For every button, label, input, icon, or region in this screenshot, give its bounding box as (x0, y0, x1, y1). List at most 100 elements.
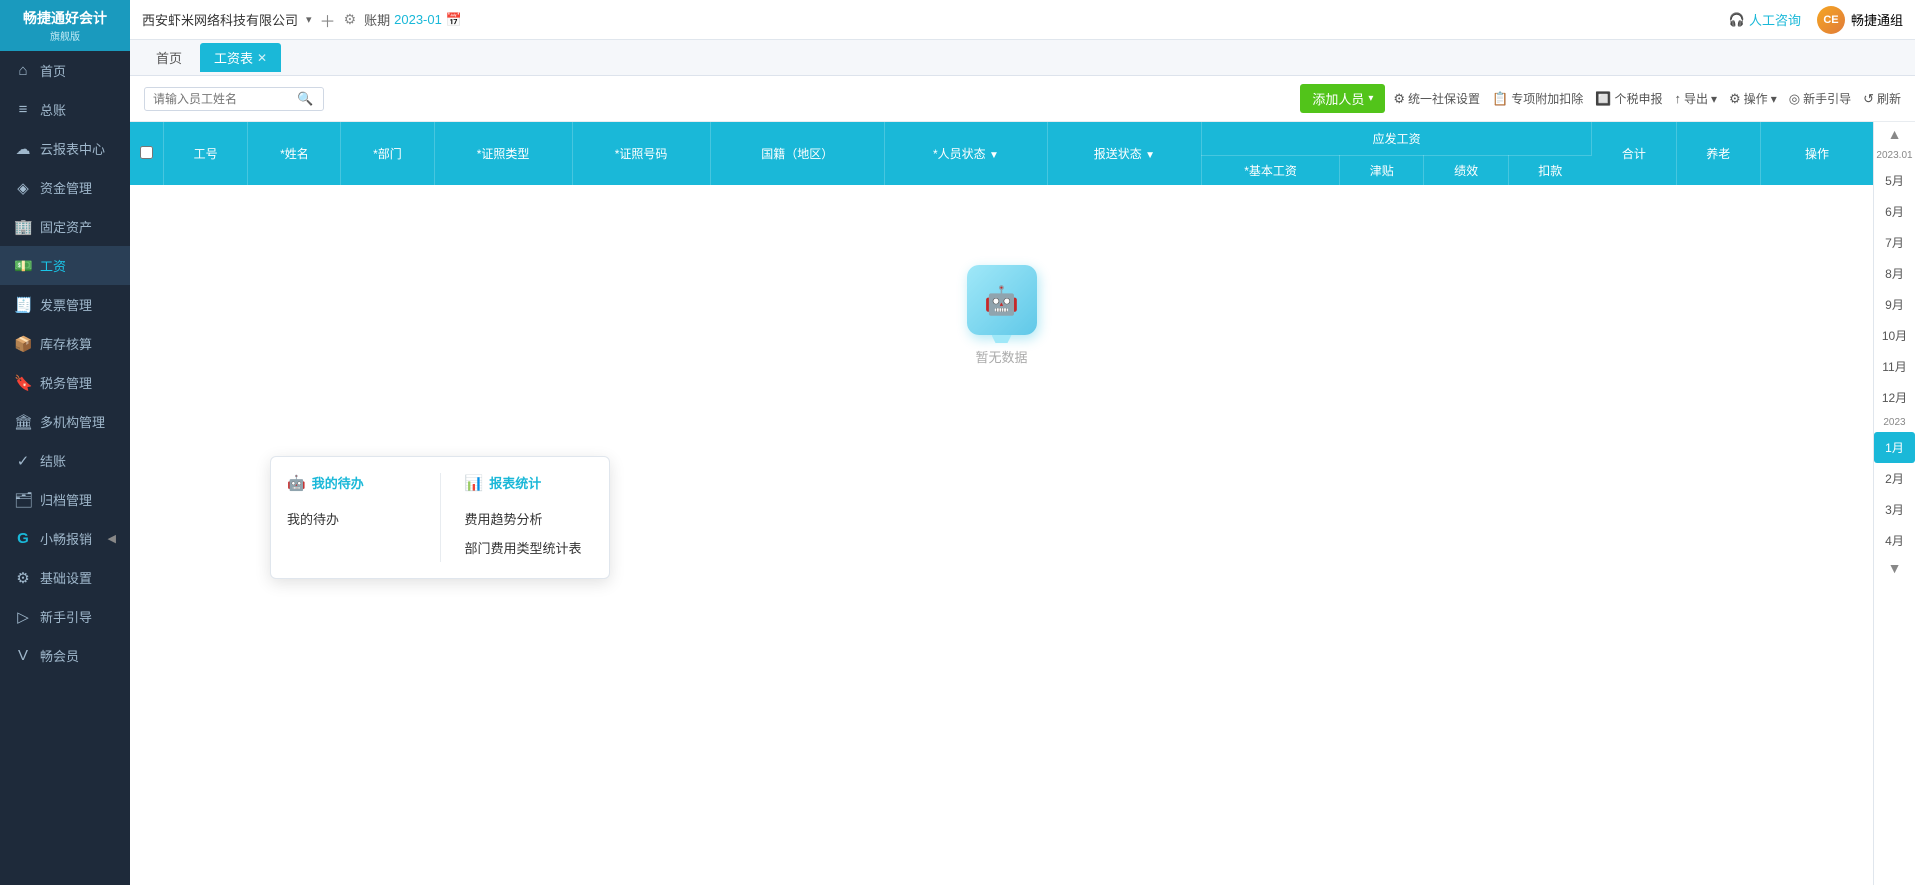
salary-icon: 💵 (14, 257, 32, 275)
popup-todo-title: 🤖 我的待办 (287, 473, 416, 492)
reportstatus-header: 报送状态 ▼ (1047, 122, 1201, 185)
sidebar-item-fixed-assets[interactable]: 🏢 固定资产 (0, 207, 130, 246)
add-person-label: 添加人员 (1312, 89, 1364, 108)
export-icon: ↑ (1674, 91, 1681, 106)
panel-up-arrow[interactable]: ▲ (1884, 122, 1906, 146)
new-guide-button[interactable]: ◎ 新手引导 (1789, 90, 1851, 107)
month-5[interactable]: 5月 (1874, 165, 1915, 196)
sidebar-item-home[interactable]: ⌂ 首页 (0, 51, 130, 90)
fund-icon: ◈ (14, 179, 32, 197)
sidebar-item-basic-settings[interactable]: ⚙ 基础设置 (0, 558, 130, 597)
sidebar: 畅捷通好会计 旗舰版 ⌂ 首页 ≡ 总账 ☁ 云报表中心 ◈ 资金管理 🏢 固定… (0, 0, 130, 885)
empid-header: 工号 (164, 122, 248, 185)
sidebar-item-label: 结账 (40, 451, 66, 470)
refresh-button[interactable]: ↺ 刷新 (1863, 90, 1901, 107)
year-2023-label: 2023 (1874, 413, 1915, 432)
personal-tax-icon: 🔲 (1595, 91, 1611, 107)
sidebar-item-archive[interactable]: 🗂 归档管理 (0, 480, 130, 519)
export-button[interactable]: ↑ 导出 ▾ (1674, 90, 1717, 107)
topbar: 西安虾米网络科技有限公司 ▾ ＋ ⚙ 账期 2023-01 📅 🎧 人工咨询 C… (130, 0, 1915, 40)
special-deduct-button[interactable]: 📋 专项附加扣除 (1492, 90, 1583, 107)
month-1[interactable]: 1月 (1874, 432, 1915, 463)
panel-down-arrow[interactable]: ▼ (1884, 556, 1906, 580)
empty-state: 🤖 暂无数据 (130, 185, 1873, 446)
sidebar-item-label: 税务管理 (40, 373, 92, 392)
app-subtitle: 旗舰版 (50, 28, 80, 43)
popup-todo-item[interactable]: 我的待办 (287, 504, 416, 533)
basic-wage-header: *基本工资 (1202, 156, 1340, 186)
name-header: *姓名 (248, 122, 341, 185)
tab-home[interactable]: 首页 (142, 43, 196, 72)
filter-icon[interactable]: ▼ (989, 150, 999, 161)
search-input[interactable] (153, 92, 293, 106)
month-6[interactable]: 6月 (1874, 196, 1915, 227)
sidebar-item-label: 多机构管理 (40, 412, 105, 431)
headset-icon: 🎧 (1729, 12, 1745, 28)
sidebar-item-fund[interactable]: ◈ 资金管理 (0, 168, 130, 207)
personal-tax-button[interactable]: 🔲 个税申报 (1595, 90, 1662, 107)
tab-salary[interactable]: 工资表 ✕ (200, 43, 281, 72)
sidebar-item-multi-org[interactable]: 🏛 多机构管理 (0, 402, 130, 441)
sidebar-item-vip[interactable]: V 畅会员 (0, 636, 130, 675)
company-settings-icon[interactable]: ⚙ (344, 11, 357, 28)
salary-table: 工号 *姓名 *部门 *证照类型 *证照号码 国籍（地区） *人员状态 ▼ (130, 122, 1873, 185)
add-company-button[interactable]: ＋ (320, 8, 336, 32)
sidebar-item-label: 畅会员 (40, 646, 79, 665)
settlement-icon: ✓ (14, 452, 32, 470)
select-all-checkbox[interactable] (140, 146, 153, 159)
month-10[interactable]: 10月 (1874, 320, 1915, 351)
sidebar-item-settlement[interactable]: ✓ 结账 (0, 441, 130, 480)
period-year-label: 2023.01 (1874, 146, 1915, 165)
sidebar-item-invoice[interactable]: 🧾 发票管理 (0, 285, 130, 324)
period-label: 账期 2023-01 📅 (364, 10, 462, 29)
sidebar-item-ledger[interactable]: ≡ 总账 (0, 90, 130, 129)
month-2[interactable]: 2月 (1874, 463, 1915, 494)
multi-org-icon: 🏛 (14, 413, 32, 431)
report-icon: 📊 (465, 474, 484, 492)
checkbox-header[interactable] (130, 122, 164, 185)
tab-close-icon[interactable]: ✕ (257, 51, 267, 65)
sidebar-item-label: 库存核算 (40, 334, 92, 353)
vip-icon: V (14, 647, 32, 664)
month-3[interactable]: 3月 (1874, 494, 1915, 525)
calendar-icon[interactable]: 📅 (446, 12, 462, 28)
operations-icon: ⚙ (1729, 91, 1741, 107)
popup-menu: 🤖 我的待办 我的待办 📊 报表统计 费用趋势分析 部门费用类型统计表 (270, 456, 610, 579)
popup-report-item-1[interactable]: 费用趋势分析 (465, 504, 594, 533)
month-8[interactable]: 8月 (1874, 258, 1915, 289)
sidebar-item-tax[interactable]: 🔖 税务管理 (0, 363, 130, 402)
popup-report-item-2[interactable]: 部门费用类型统计表 (465, 533, 594, 562)
page-content: 🔍 添加人员 ▾ ⚙ 统一社保设置 📋 专项附加扣除 🔲 个税申报 (130, 76, 1915, 885)
settings-icon: ⚙ (14, 569, 32, 587)
operations-button[interactable]: ⚙ 操作 ▾ (1729, 90, 1777, 107)
avatar: CE (1817, 6, 1845, 34)
sidebar-item-salary[interactable]: 💵 工资 (0, 246, 130, 285)
popup-col-todo: 🤖 我的待办 我的待办 (287, 473, 416, 562)
month-7[interactable]: 7月 (1874, 227, 1915, 258)
sidebar-item-xiao-chang[interactable]: G 小畅报销 ◀ (0, 519, 130, 558)
company-dropdown-arrow[interactable]: ▾ (306, 13, 312, 26)
social-security-button[interactable]: ⚙ 统一社保设置 (1393, 90, 1480, 107)
sidebar-item-label: 固定资产 (40, 217, 92, 236)
reportstatus-filter-icon[interactable]: ▼ (1145, 150, 1155, 161)
sidebar-item-label: 小畅报销 (40, 529, 92, 548)
sidebar-item-inventory[interactable]: 📦 库存核算 (0, 324, 130, 363)
sidebar-item-label: 新手引导 (40, 607, 92, 626)
guide-icon: ▷ (14, 608, 32, 626)
month-11[interactable]: 11月 (1874, 351, 1915, 382)
search-box[interactable]: 🔍 (144, 87, 324, 111)
home-icon: ⌂ (14, 62, 32, 79)
inventory-icon: 📦 (14, 335, 32, 353)
month-4[interactable]: 4月 (1874, 525, 1915, 556)
add-person-button[interactable]: 添加人员 ▾ (1300, 84, 1385, 113)
popup-col-report: 📊 报表统计 费用趋势分析 部门费用类型统计表 (465, 473, 594, 562)
month-9[interactable]: 9月 (1874, 289, 1915, 320)
user-menu[interactable]: CE 畅捷通组 (1817, 6, 1903, 34)
invoice-icon: 🧾 (14, 296, 32, 314)
tab-home-label: 首页 (156, 48, 182, 67)
service-button[interactable]: 🎧 人工咨询 (1729, 10, 1801, 29)
sidebar-item-cloud-report[interactable]: ☁ 云报表中心 (0, 129, 130, 168)
toolbar-actions: ⚙ 统一社保设置 📋 专项附加扣除 🔲 个税申报 ↑ 导出 ▾ ⚙ (1393, 90, 1901, 107)
sidebar-item-guide[interactable]: ▷ 新手引导 (0, 597, 130, 636)
month-12[interactable]: 12月 (1874, 382, 1915, 413)
